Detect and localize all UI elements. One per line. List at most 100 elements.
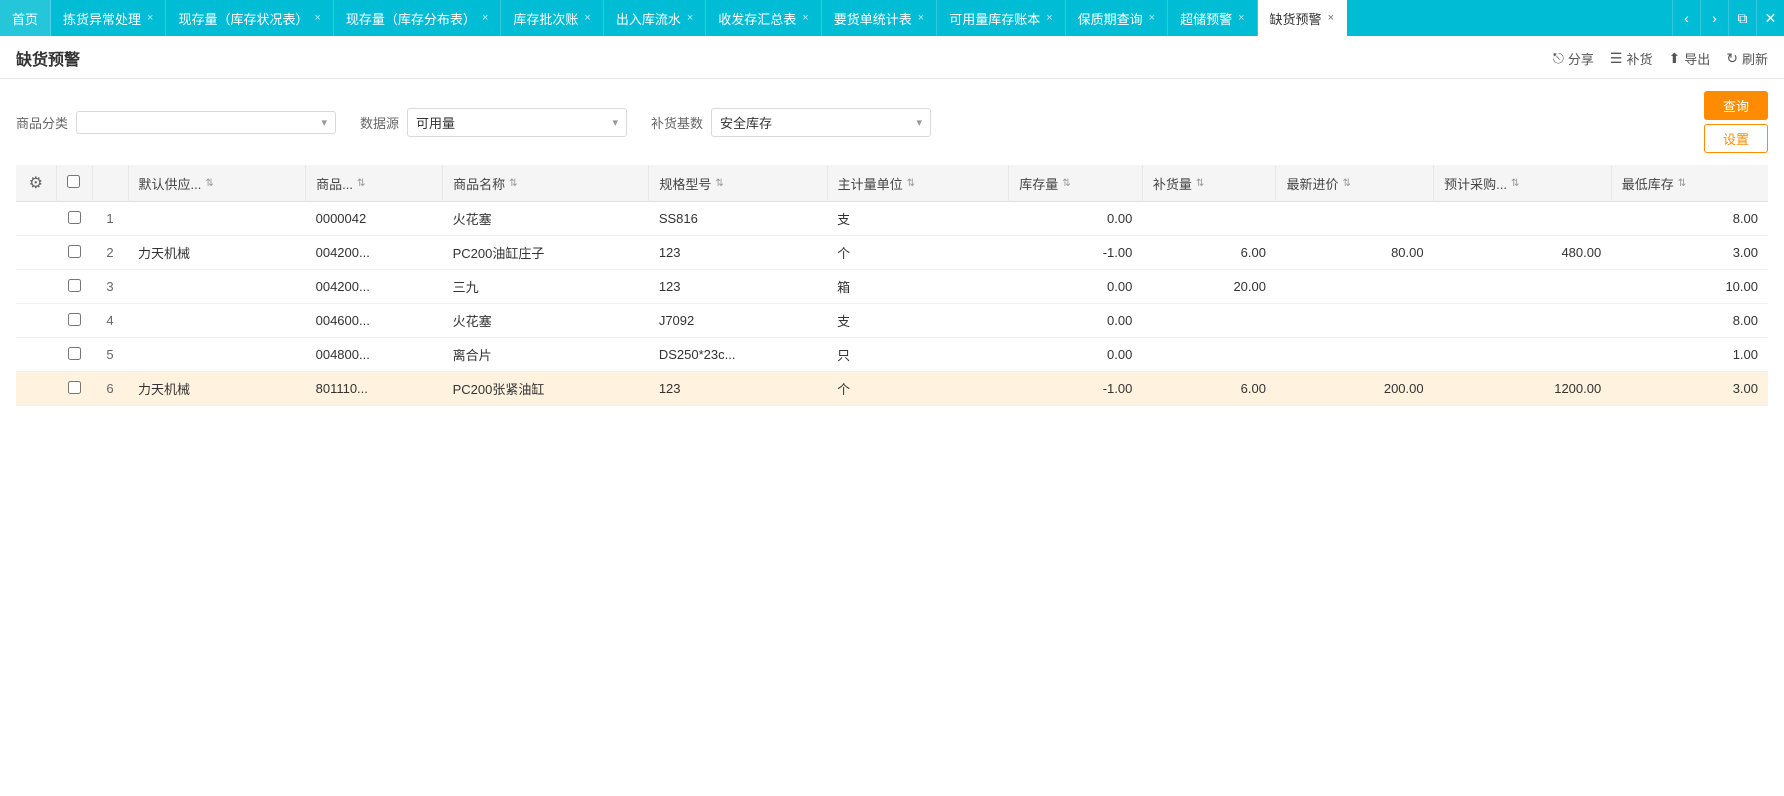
replenish-qty-column-header[interactable]: 补货量 ⇅: [1142, 165, 1276, 202]
refresh-button[interactable]: ↻ 刷新: [1726, 49, 1768, 68]
row-checkbox-5[interactable]: [68, 381, 81, 394]
export-button[interactable]: ⬆ 导出: [1669, 49, 1711, 68]
tab-1-close[interactable]: ×: [147, 12, 153, 24]
row-checkbox-cell[interactable]: [56, 202, 92, 236]
tab-11[interactable]: 缺货预警 ×: [1258, 0, 1347, 36]
replenish-button[interactable]: ☰ 补货: [1610, 49, 1653, 68]
row-latest-price-5: 200.00: [1276, 372, 1434, 406]
datasource-chevron-icon: ▾: [613, 116, 619, 129]
category-select[interactable]: ▾: [76, 111, 336, 134]
tab-11-close[interactable]: ×: [1328, 12, 1334, 24]
est-purchase-column-header[interactable]: 预计采购... ⇅: [1434, 165, 1612, 202]
row-min-stock-3: 8.00: [1611, 304, 1768, 338]
row-product-name-3: 火花塞: [443, 304, 649, 338]
row-checkbox-cell[interactable]: [56, 236, 92, 270]
spec-column-header[interactable]: 规格型号 ⇅: [649, 165, 827, 202]
row-checkbox-3[interactable]: [68, 313, 81, 326]
row-seq-0: 1: [92, 202, 128, 236]
row-product-code-1: 004200...: [306, 236, 443, 270]
tab-6-label: 收发存汇总表: [718, 9, 796, 28]
supplier-column-header[interactable]: 默认供应... ⇅: [128, 165, 306, 202]
datasource-value: 可用量: [416, 113, 455, 132]
replenish-base-chevron-icon: ▾: [917, 116, 923, 129]
row-checkbox-cell[interactable]: [56, 338, 92, 372]
product-code-column-header[interactable]: 商品... ⇅: [306, 165, 443, 202]
select-all-checkbox[interactable]: [67, 175, 80, 188]
tab-4-close[interactable]: ×: [584, 12, 590, 24]
latest-price-column-header[interactable]: 最新进价 ⇅: [1276, 165, 1434, 202]
row-spec-5: 123: [649, 372, 827, 406]
tab-6[interactable]: 收发存汇总表 ×: [706, 0, 821, 36]
tab-10[interactable]: 超储预警 ×: [1168, 0, 1257, 36]
tab-3[interactable]: 现存量（库存分布表） ×: [334, 0, 501, 36]
latest-price-sort-icon: ⇅: [1343, 178, 1351, 189]
product-name-sort-icon: ⇅: [509, 178, 517, 189]
tab-5[interactable]: 出入库流水 ×: [604, 0, 706, 36]
row-replenish-qty-5: 6.00: [1142, 372, 1276, 406]
tab-8[interactable]: 可用量库存账本 ×: [937, 0, 1065, 36]
row-replenish-qty-4: [1142, 338, 1276, 372]
row-checkbox-4[interactable]: [68, 347, 81, 360]
row-unit-5: 个: [827, 372, 1009, 406]
row-replenish-qty-2: 20.00: [1142, 270, 1276, 304]
stock-column-header[interactable]: 库存量 ⇅: [1009, 165, 1143, 202]
tab-2-close[interactable]: ×: [314, 12, 320, 24]
row-checkbox-cell[interactable]: [56, 304, 92, 338]
nav-close-button[interactable]: ✕: [1756, 0, 1784, 36]
row-est-purchase-3: [1434, 304, 1612, 338]
row-product-name-1: PC200油缸庄子: [443, 236, 649, 270]
tab-6-close[interactable]: ×: [802, 12, 808, 24]
unit-column-header[interactable]: 主计量单位 ⇅: [827, 165, 1009, 202]
tab-home[interactable]: 首页: [0, 0, 51, 36]
product-code-sort-icon: ⇅: [357, 178, 365, 189]
settings-button[interactable]: 设置: [1704, 124, 1768, 153]
row-checkbox-0[interactable]: [68, 211, 81, 224]
row-supplier-1: 力天机械: [128, 236, 306, 270]
export-label: 导出: [1684, 49, 1710, 68]
table-row: 5 004800... 离合片 DS250*23c... 只 0.00 1.00: [16, 338, 1768, 372]
tab-3-close[interactable]: ×: [482, 12, 488, 24]
row-stock-2: 0.00: [1009, 270, 1143, 304]
nav-next-button[interactable]: ›: [1700, 0, 1728, 36]
replenish-qty-sort-icon: ⇅: [1196, 178, 1204, 189]
stock-sort-icon: ⇅: [1062, 178, 1070, 189]
tab-10-close[interactable]: ×: [1238, 12, 1244, 24]
tab-9-close[interactable]: ×: [1149, 12, 1155, 24]
replenish-base-select[interactable]: 安全库存 ▾: [711, 108, 931, 137]
row-spec-3: J7092: [649, 304, 827, 338]
column-settings-icon[interactable]: ⚙: [29, 173, 43, 193]
datasource-select[interactable]: 可用量 ▾: [407, 108, 627, 137]
tab-4[interactable]: 库存批次账 ×: [501, 0, 603, 36]
row-checkbox-2[interactable]: [68, 279, 81, 292]
tab-7-close[interactable]: ×: [918, 12, 924, 24]
row-checkbox-1[interactable]: [68, 245, 81, 258]
tab-7[interactable]: 要货单统计表 ×: [822, 0, 937, 36]
row-checkbox-cell[interactable]: [56, 372, 92, 406]
row-seq-4: 5: [92, 338, 128, 372]
datasource-filter-group: 数据源 可用量 ▾: [360, 108, 627, 137]
replenish-base-filter-group: 补货基数 安全库存 ▾: [651, 108, 931, 137]
row-supplier-4: [128, 338, 306, 372]
unit-column-label: 主计量单位: [838, 174, 903, 193]
export-icon: ⬆: [1669, 50, 1681, 67]
share-button[interactable]: ⎋ 分享: [1553, 49, 1594, 68]
tab-1[interactable]: 拣货异常处理 ×: [51, 0, 166, 36]
row-checkbox-cell[interactable]: [56, 270, 92, 304]
checkbox-column-header: [56, 165, 92, 202]
nav-restore-button[interactable]: ⧉: [1728, 0, 1756, 36]
latest-price-column-label: 最新进价: [1286, 174, 1338, 193]
tab-8-label: 可用量库存账本: [949, 9, 1040, 28]
tab-8-close[interactable]: ×: [1046, 12, 1052, 24]
min-stock-column-header[interactable]: 最低库存 ⇅: [1611, 165, 1768, 202]
spec-column-label: 规格型号: [659, 174, 711, 193]
tab-5-close[interactable]: ×: [687, 12, 693, 24]
row-settings-cell: [16, 304, 56, 338]
tab-10-label: 超储预警: [1180, 9, 1232, 28]
product-name-column-header[interactable]: 商品名称 ⇅: [443, 165, 649, 202]
page-header: 缺货预警 ⎋ 分享 ☰ 补货 ⬆ 导出 ↻ 刷新: [0, 36, 1784, 79]
tab-2[interactable]: 现存量（库存状况表） ×: [166, 0, 333, 36]
tab-9[interactable]: 保质期查询 ×: [1066, 0, 1168, 36]
nav-prev-button[interactable]: ‹: [1672, 0, 1700, 36]
category-chevron-icon: ▾: [321, 116, 327, 129]
query-button[interactable]: 查询: [1704, 91, 1768, 120]
